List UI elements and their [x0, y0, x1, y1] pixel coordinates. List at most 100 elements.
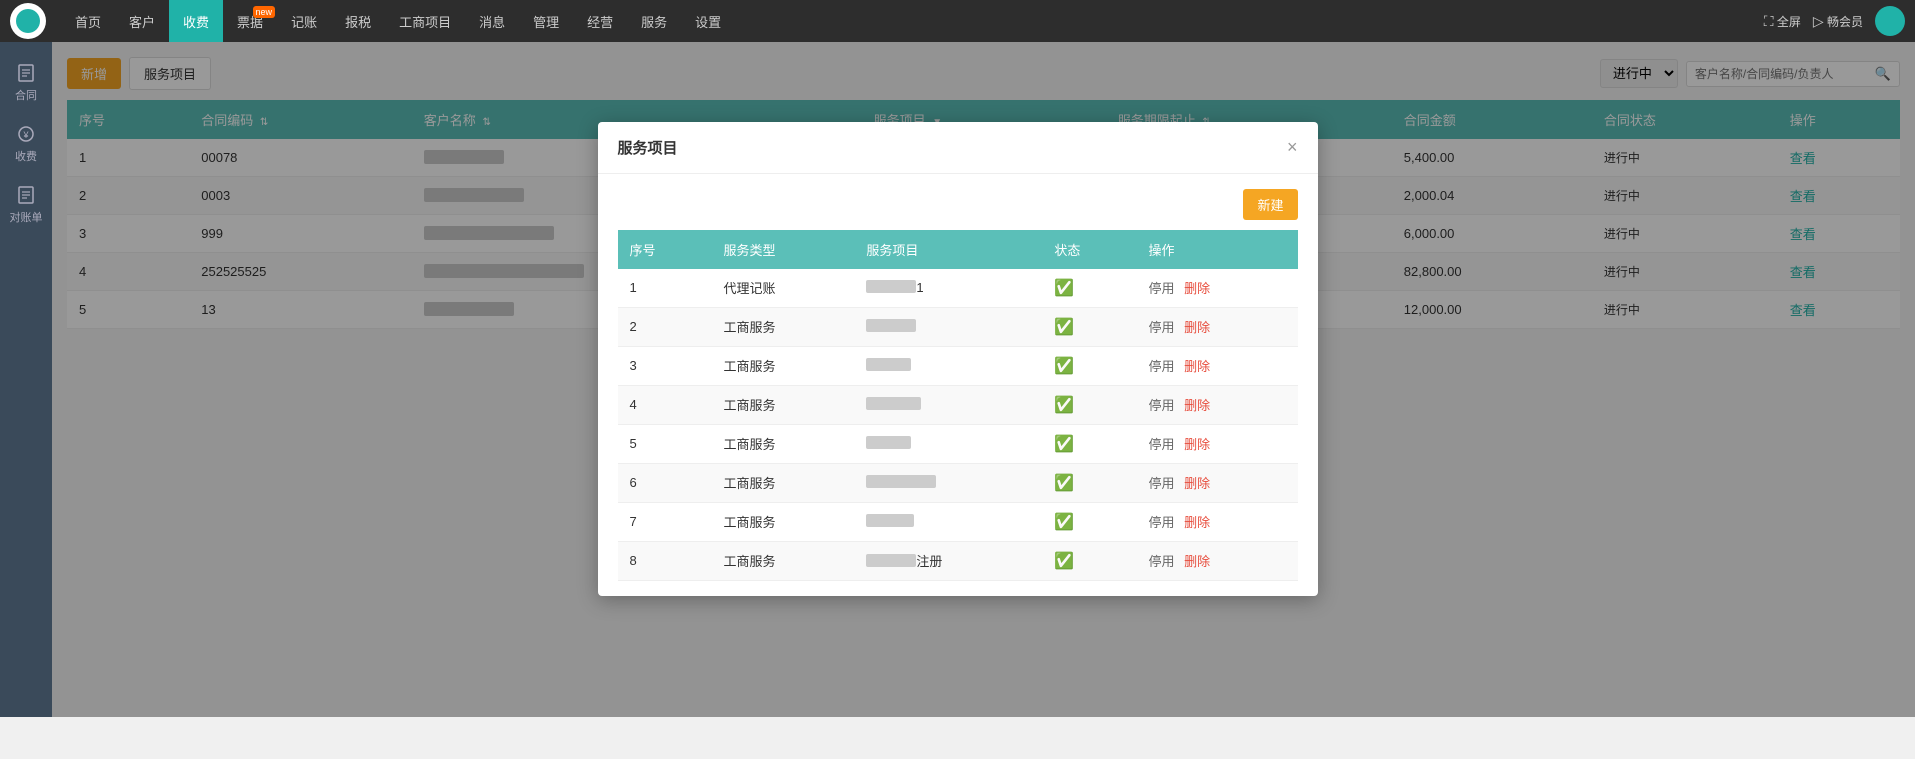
- sidebar-item-fee[interactable]: ¥ 收费: [0, 113, 52, 174]
- nav-right-area: ⛶ 全屏 ▷ 畅会员: [1764, 6, 1905, 36]
- modal-cell-seq: 3: [618, 346, 712, 385]
- modal-cell-action: 停用 删除: [1136, 307, 1297, 346]
- modal-table-row: 1 代理记账 1 ✅ 停用 删除: [618, 269, 1298, 308]
- modal-cell-status: ✅: [1042, 346, 1136, 385]
- stop-btn[interactable]: 停用: [1148, 359, 1174, 374]
- app-logo: [10, 3, 46, 39]
- modal-cell-status: ✅: [1042, 385, 1136, 424]
- nav-bizproject[interactable]: 工商项目: [385, 0, 465, 42]
- top-navigation: 首页 客户 收费 票据 new 记账 报税 工商项目 消息 管理 经营 服务 设…: [0, 0, 1915, 42]
- statement-icon: [15, 184, 37, 206]
- stop-btn[interactable]: 停用: [1148, 320, 1174, 335]
- modal-cell-status: ✅: [1042, 463, 1136, 502]
- modal-cell-seq: 5: [618, 424, 712, 463]
- member-btn[interactable]: ▷ 畅会员: [1813, 13, 1863, 30]
- modal-body: 新建 序号 服务类型 服务项目 状态 操作 1 代理记账 1 ✅: [598, 174, 1318, 596]
- modal-cell-action: 停用 删除: [1136, 541, 1297, 580]
- modal-close-btn[interactable]: ×: [1287, 137, 1298, 158]
- modal-cell-seq: 6: [618, 463, 712, 502]
- stop-btn[interactable]: 停用: [1148, 281, 1174, 296]
- nav-message[interactable]: 消息: [465, 0, 519, 42]
- modal-table-row: 8 工商服务 注册 ✅ 停用 删除: [618, 541, 1298, 580]
- stop-btn[interactable]: 停用: [1148, 437, 1174, 452]
- modal-header: 服务项目 ×: [598, 122, 1318, 174]
- delete-btn[interactable]: 删除: [1184, 476, 1210, 491]
- status-check-icon: ✅: [1054, 280, 1074, 297]
- modal-cell-seq: 1: [618, 269, 712, 308]
- nav-tax[interactable]: 报税: [331, 0, 385, 42]
- status-check-icon: ✅: [1054, 358, 1074, 375]
- user-avatar[interactable]: [1875, 6, 1905, 36]
- delete-btn[interactable]: 删除: [1184, 437, 1210, 452]
- status-check-icon: ✅: [1054, 553, 1074, 570]
- nav-client[interactable]: 客户: [115, 0, 169, 42]
- stop-btn[interactable]: 停用: [1148, 398, 1174, 413]
- modal-cell-status: ✅: [1042, 502, 1136, 541]
- delete-btn[interactable]: 删除: [1184, 515, 1210, 530]
- delete-btn[interactable]: 删除: [1184, 359, 1210, 374]
- modal-title: 服务项目: [618, 137, 678, 158]
- sidebar-item-statement[interactable]: 对账单: [0, 174, 52, 235]
- status-check-icon: ✅: [1054, 514, 1074, 531]
- modal-cell-seq: 8: [618, 541, 712, 580]
- nav-operation[interactable]: 经营: [573, 0, 627, 42]
- contract-icon: [15, 62, 37, 84]
- modal-cell-type: 工商服务: [712, 424, 855, 463]
- modal-cell-item: [854, 346, 1042, 385]
- modal-cell-action: 停用 删除: [1136, 502, 1297, 541]
- delete-btn[interactable]: 删除: [1184, 554, 1210, 569]
- modal-table-row: 2 工商服务 ✅ 停用 删除: [618, 307, 1298, 346]
- nav-fee[interactable]: 收费: [169, 0, 223, 42]
- nav-bookkeeping[interactable]: 记账: [277, 0, 331, 42]
- modal-cell-type: 工商服务: [712, 463, 855, 502]
- modal-table: 序号 服务类型 服务项目 状态 操作 1 代理记账 1 ✅ 停用 删除 2 工商…: [618, 230, 1298, 581]
- status-check-icon: ✅: [1054, 475, 1074, 492]
- fullscreen-btn[interactable]: ⛶ 全屏: [1764, 13, 1801, 30]
- modal-cell-item: 注册: [854, 541, 1042, 580]
- modal-new-button[interactable]: 新建: [1243, 189, 1297, 220]
- modal-cell-item: [854, 307, 1042, 346]
- modal-cell-type: 工商服务: [712, 385, 855, 424]
- modal-col-type: 服务类型: [712, 230, 855, 269]
- sidebar-item-contract[interactable]: 合同: [0, 52, 52, 113]
- nav-service[interactable]: 服务: [627, 0, 681, 42]
- modal-cell-item: 1: [854, 269, 1042, 308]
- modal-cell-status: ✅: [1042, 424, 1136, 463]
- delete-btn[interactable]: 删除: [1184, 281, 1210, 296]
- modal-cell-seq: 4: [618, 385, 712, 424]
- nav-home[interactable]: 首页: [61, 0, 115, 42]
- delete-btn[interactable]: 删除: [1184, 320, 1210, 335]
- modal-col-seq: 序号: [618, 230, 712, 269]
- svg-text:¥: ¥: [22, 130, 29, 140]
- status-check-icon: ✅: [1054, 319, 1074, 336]
- left-sidebar: 合同 ¥ 收费 对账单: [0, 42, 52, 717]
- modal-cell-status: ✅: [1042, 541, 1136, 580]
- modal-table-row: 5 工商服务 ✅ 停用 删除: [618, 424, 1298, 463]
- modal-table-row: 6 工商服务 ✅ 停用 删除: [618, 463, 1298, 502]
- modal-cell-seq: 7: [618, 502, 712, 541]
- modal-toolbar: 新建: [618, 189, 1298, 220]
- stop-btn[interactable]: 停用: [1148, 515, 1174, 530]
- modal-cell-type: 工商服务: [712, 346, 855, 385]
- modal-cell-type: 工商服务: [712, 541, 855, 580]
- modal-cell-item: [854, 385, 1042, 424]
- delete-btn[interactable]: 删除: [1184, 398, 1210, 413]
- stop-btn[interactable]: 停用: [1148, 554, 1174, 569]
- nav-invoice[interactable]: 票据 new: [223, 0, 277, 42]
- nav-settings[interactable]: 设置: [681, 0, 735, 42]
- fee-icon: ¥: [15, 123, 37, 145]
- modal-cell-item: [854, 502, 1042, 541]
- modal-col-status: 状态: [1042, 230, 1136, 269]
- modal-cell-status: ✅: [1042, 307, 1136, 346]
- modal-table-row: 4 工商服务 ✅ 停用 删除: [618, 385, 1298, 424]
- logo-icon: [16, 9, 40, 33]
- stop-btn[interactable]: 停用: [1148, 476, 1174, 491]
- new-badge: new: [253, 6, 276, 18]
- modal-cell-action: 停用 删除: [1136, 269, 1297, 308]
- modal-cell-type: 代理记账: [712, 269, 855, 308]
- service-modal: 服务项目 × 新建 序号 服务类型 服务项目 状态 操作 1 代理记账: [598, 122, 1318, 596]
- modal-table-row: 7 工商服务 ✅ 停用 删除: [618, 502, 1298, 541]
- modal-table-wrap: 序号 服务类型 服务项目 状态 操作 1 代理记账 1 ✅ 停用 删除 2 工商…: [618, 230, 1298, 581]
- nav-manage[interactable]: 管理: [519, 0, 573, 42]
- modal-cell-action: 停用 删除: [1136, 385, 1297, 424]
